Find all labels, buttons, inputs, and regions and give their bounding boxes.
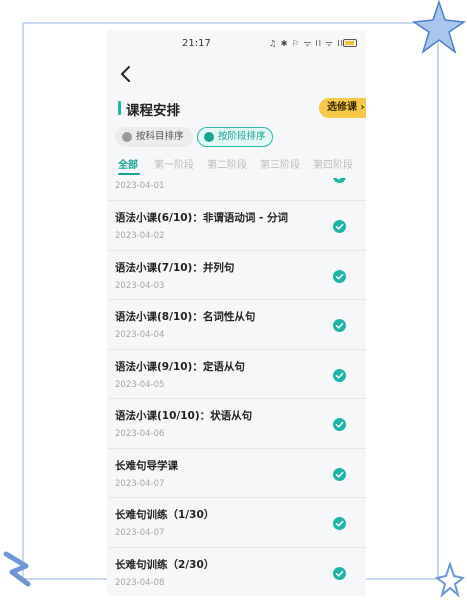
tab-stage-1[interactable]: 第一阶段 — [154, 156, 194, 171]
sort-stage-icon — [204, 132, 214, 142]
battery-icon — [343, 39, 357, 47]
completed-check-icon — [333, 566, 346, 580]
lesson-row[interactable]: 语法小课(9/10)：定语从句 2023-04-05 — [107, 350, 366, 399]
tab-stage-4[interactable]: 第四阶段 — [313, 156, 353, 171]
lesson-date: 2023-04-06 — [115, 429, 165, 439]
lesson-row[interactable]: 语法小课(10/10)：状语从句 2023-04-06 — [107, 399, 366, 449]
completed-check-icon — [333, 418, 346, 431]
decorative-frame-left — [22, 22, 24, 578]
completed-check-icon — [333, 178, 346, 183]
decorative-frame-right — [437, 22, 439, 578]
sort-by-subject-label: 按科目排序 — [136, 131, 184, 142]
lesson-row[interactable]: 语法小课(7/10)：并列句 2023-04-03 — [107, 251, 366, 300]
phone-screen: 21:17 ♫ ✱ ⚐ ᯤ ll ᯤ ll 课程安排 选修课 › 按科目排序 按… — [107, 30, 366, 596]
lesson-date: 2023-04-05 — [115, 379, 165, 390]
lesson-date: 2023-04-07 — [115, 528, 165, 538]
lesson-title: 语法小课(10/10)：状语从句 — [115, 410, 253, 422]
lesson-row[interactable]: 2023-04-01 — [107, 178, 366, 201]
completed-check-icon — [333, 269, 346, 283]
sort-options: 按科目排序 按阶段排序 — [107, 127, 366, 149]
status-time: 21:17 — [182, 38, 211, 49]
page-header: 课程安排 选修课 › — [107, 98, 366, 120]
star-decoration-icon — [412, 0, 467, 54]
lesson-date: 2023-04-01 — [115, 181, 165, 191]
lesson-title: 长难句训练（2/30） — [115, 558, 215, 571]
star-decoration-icon — [3, 551, 31, 587]
back-arrow-icon[interactable] — [115, 64, 139, 84]
lesson-date: 2023-04-03 — [115, 280, 165, 291]
lesson-list: 2023-04-01 语法小课(6/10)：非谓语动词 - 分词 2023-04… — [107, 178, 366, 596]
lesson-title: 语法小课(8/10)：名词性从句 — [115, 311, 256, 323]
sort-by-stage-button[interactable]: 按阶段排序 — [197, 127, 273, 147]
completed-check-icon — [333, 517, 346, 530]
sort-by-stage-label: 按阶段排序 — [218, 131, 266, 142]
completed-check-icon — [333, 368, 346, 382]
tab-all[interactable]: 全部 — [118, 156, 138, 171]
active-tab-indicator — [118, 173, 140, 175]
tab-stage-3[interactable]: 第三阶段 — [260, 156, 300, 171]
page-title: 课程安排 — [126, 103, 180, 119]
status-icons: ♫ ✱ ⚐ ᯤ ll ᯤ ll — [269, 39, 344, 48]
lesson-title: 长难句训练（1/30） — [115, 509, 215, 521]
star-decoration-icon — [435, 562, 465, 598]
lesson-title: 语法小课(7/10)：并列句 — [115, 261, 235, 274]
lesson-title: 语法小课(6/10)：非谓语动词 - 分词 — [115, 212, 289, 224]
completed-check-icon — [333, 220, 346, 233]
sort-by-subject-button[interactable]: 按科目排序 — [115, 127, 193, 147]
lesson-date: 2023-04-04 — [115, 330, 165, 340]
title-accent-bar — [118, 101, 121, 115]
lesson-date: 2023-04-07 — [115, 478, 165, 489]
completed-check-icon — [333, 319, 346, 332]
lesson-date: 2023-04-08 — [115, 577, 165, 588]
stage-tabs: 全部 第一阶段 第二阶段 第三阶段 第四阶段 — [107, 156, 366, 178]
lesson-row[interactable]: 长难句导学课 2023-04-07 — [107, 449, 366, 498]
lesson-date: 2023-04-02 — [115, 231, 165, 241]
lesson-row[interactable]: 语法小课(8/10)：名词性从句 2023-04-04 — [107, 300, 366, 350]
status-bar: 21:17 ♫ ✱ ⚐ ᯤ ll ᯤ ll — [107, 30, 366, 56]
tab-stage-2[interactable]: 第二阶段 — [207, 156, 247, 171]
lesson-title: 长难句导学课 — [115, 459, 178, 472]
sort-subject-icon — [122, 132, 132, 142]
lesson-title: 语法小课(9/10)：定语从句 — [115, 360, 245, 373]
lesson-row[interactable]: 长难句训练（2/30） 2023-04-08 — [107, 548, 366, 597]
completed-check-icon — [333, 467, 346, 481]
elective-course-button[interactable]: 选修课 › — [319, 98, 366, 118]
lesson-row[interactable]: 长难句训练（1/30） 2023-04-07 — [107, 498, 366, 548]
lesson-row[interactable]: 语法小课(6/10)：非谓语动词 - 分词 2023-04-02 — [107, 201, 366, 251]
decorative-frame-top — [22, 22, 437, 24]
